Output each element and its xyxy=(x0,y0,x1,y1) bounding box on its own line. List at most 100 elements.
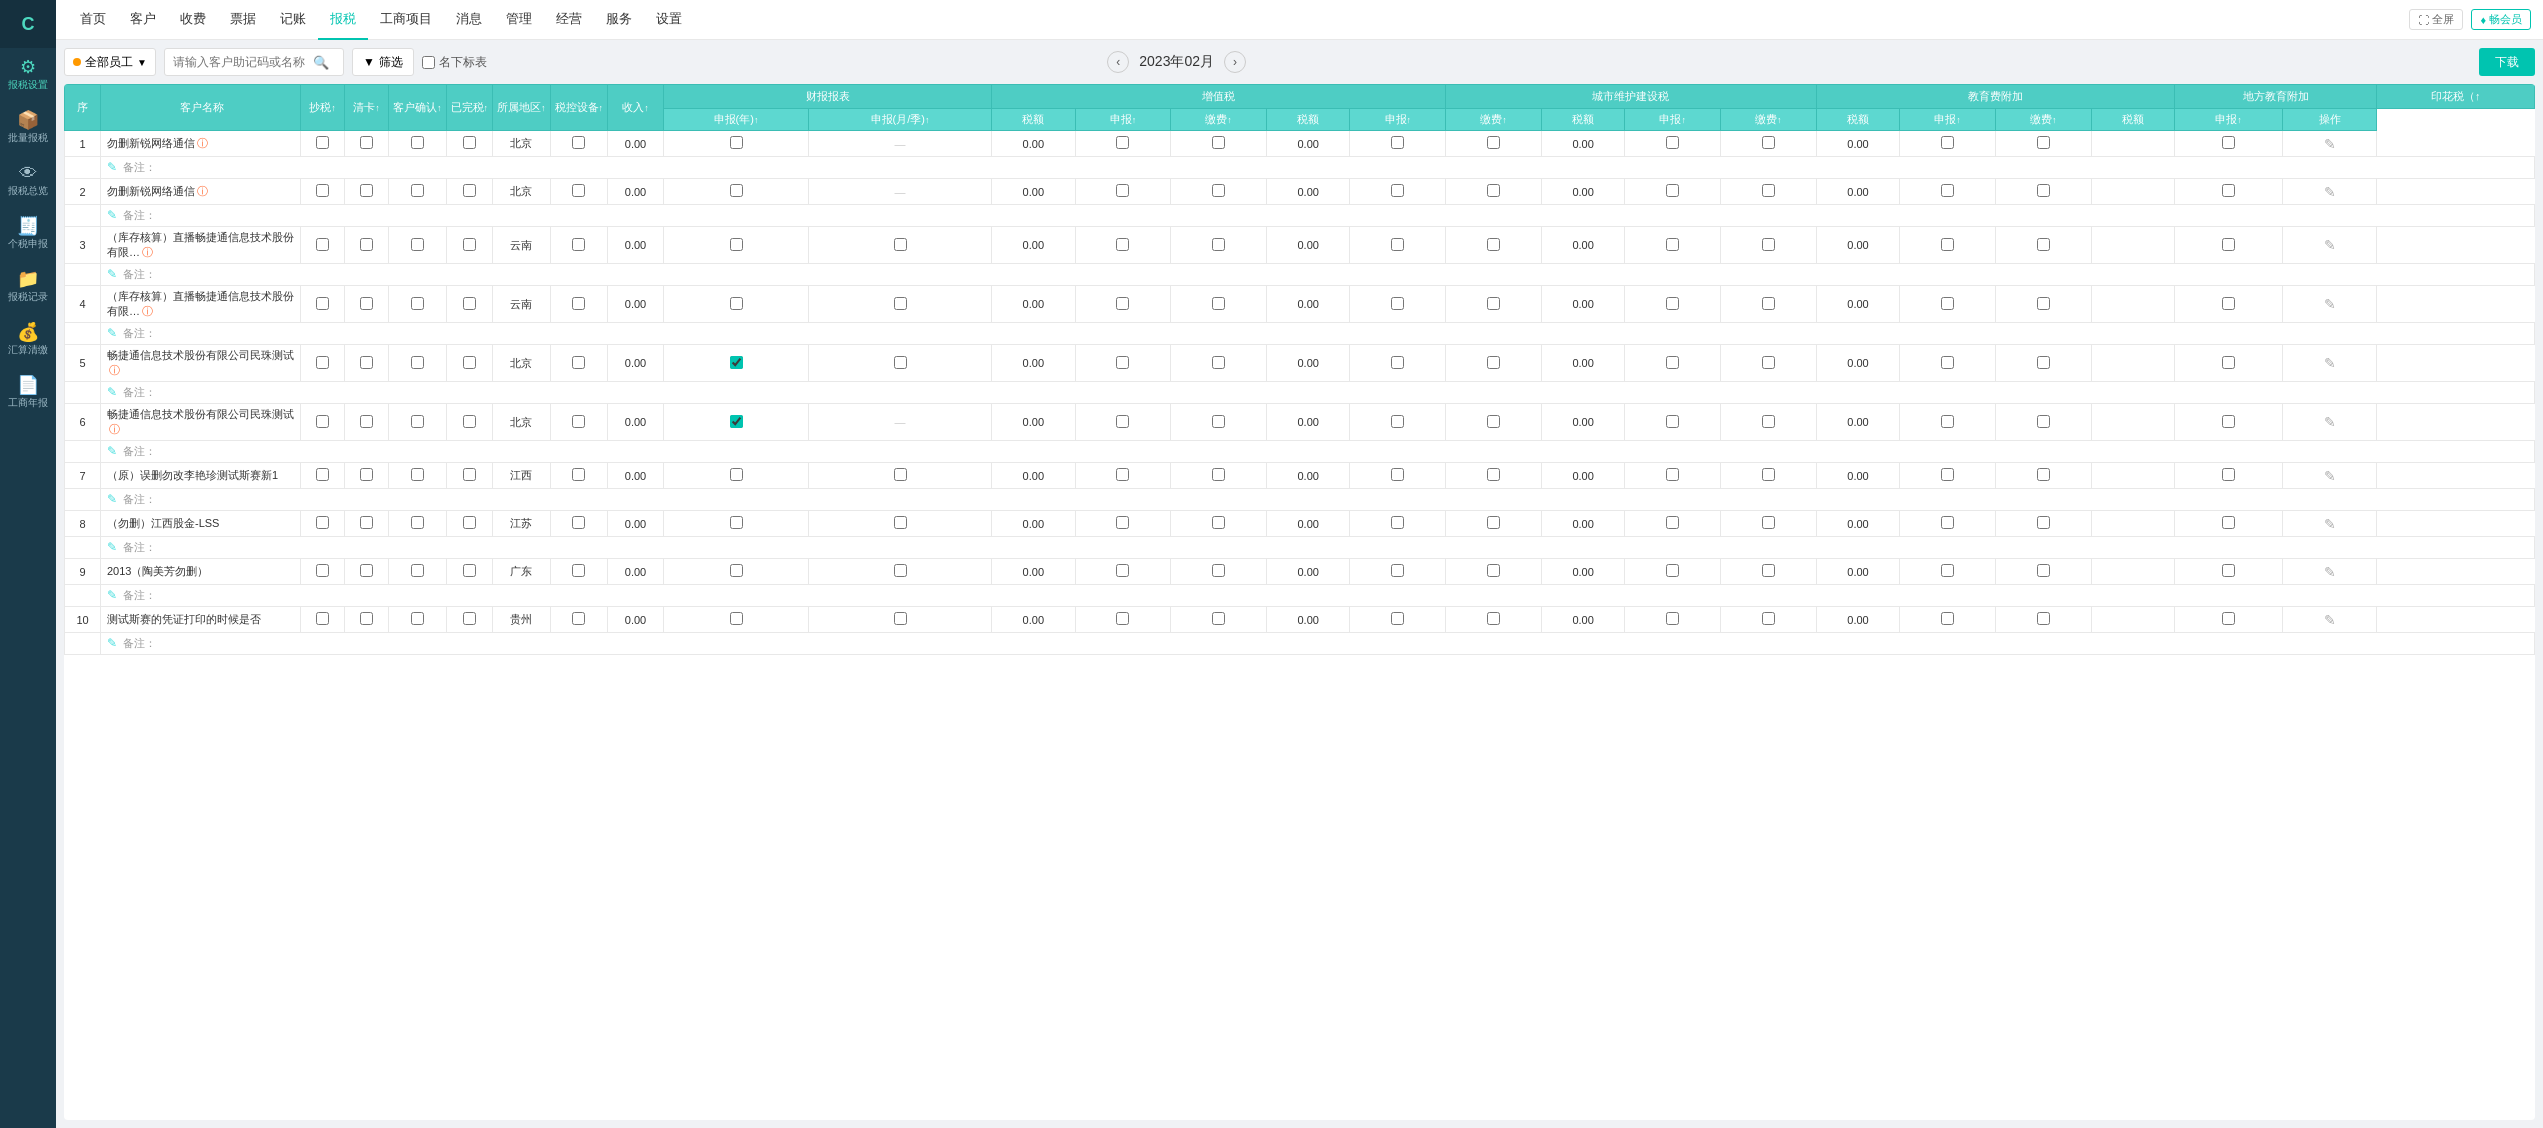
checkbox-month[interactable] xyxy=(894,468,907,481)
tax-checkbox[interactable] xyxy=(2037,612,2050,625)
sidebar-item-geshui-shenbao[interactable]: 🧾 个税申报 xyxy=(0,207,56,260)
checkbox-year[interactable] xyxy=(730,612,743,625)
tax-checkbox[interactable] xyxy=(1212,136,1225,149)
tax-checkbox[interactable] xyxy=(1116,516,1129,529)
tax-checkbox[interactable] xyxy=(1487,238,1500,251)
checkbox[interactable] xyxy=(411,612,424,625)
tax-checkbox[interactable] xyxy=(1666,356,1679,369)
tax-checkbox[interactable] xyxy=(1391,612,1404,625)
tax-checkbox[interactable] xyxy=(1666,468,1679,481)
checkbox[interactable] xyxy=(572,612,585,625)
checkbox[interactable] xyxy=(463,415,476,428)
checkbox-year[interactable] xyxy=(730,297,743,310)
checkbox-month[interactable] xyxy=(894,238,907,251)
tax-checkbox[interactable] xyxy=(1212,415,1225,428)
checkbox[interactable] xyxy=(316,136,329,149)
tax-checkbox[interactable] xyxy=(1487,136,1500,149)
fullscreen-button[interactable]: ⛶ 全屏 xyxy=(2409,9,2463,30)
tax-checkbox[interactable] xyxy=(1941,297,1954,310)
next-month-button[interactable]: › xyxy=(1224,51,1246,73)
edit-icon[interactable]: ✎ xyxy=(2324,136,2336,152)
checkbox-month[interactable] xyxy=(894,356,907,369)
checkbox-year[interactable] xyxy=(730,238,743,251)
tax-checkbox[interactable] xyxy=(1391,516,1404,529)
checkbox-month[interactable] xyxy=(894,564,907,577)
tax-checkbox[interactable] xyxy=(2037,516,2050,529)
sidebar-item-baoshui-zonglan[interactable]: 👁 报税总览 xyxy=(0,154,56,207)
checkbox[interactable] xyxy=(411,564,424,577)
tax-checkbox[interactable] xyxy=(1212,238,1225,251)
checkbox[interactable] xyxy=(463,136,476,149)
tax-checkbox[interactable] xyxy=(1666,516,1679,529)
tax-checkbox[interactable] xyxy=(1941,136,1954,149)
edit-icon[interactable]: ✎ xyxy=(2324,468,2336,484)
employee-filter-select[interactable]: 全部员工 ▼ xyxy=(64,48,156,76)
nav-fee[interactable]: 收费 xyxy=(168,0,218,40)
tax-checkbox[interactable] xyxy=(1116,612,1129,625)
tax-checkbox[interactable] xyxy=(2222,612,2235,625)
checkbox[interactable] xyxy=(572,516,585,529)
checkbox[interactable] xyxy=(316,516,329,529)
sidebar-item-baoshui-shezhi[interactable]: ⚙ 报税设置 xyxy=(0,48,56,101)
tax-checkbox[interactable] xyxy=(2222,468,2235,481)
tax-checkbox[interactable] xyxy=(1941,516,1954,529)
checkbox-month[interactable] xyxy=(894,516,907,529)
tax-checkbox[interactable] xyxy=(1762,468,1775,481)
tax-checkbox[interactable] xyxy=(1941,468,1954,481)
tax-checkbox[interactable] xyxy=(1762,184,1775,197)
checkbox[interactable] xyxy=(316,297,329,310)
tax-checkbox[interactable] xyxy=(1762,356,1775,369)
tax-checkbox[interactable] xyxy=(2037,136,2050,149)
checkbox-year[interactable] xyxy=(730,415,743,428)
tax-checkbox[interactable] xyxy=(1762,136,1775,149)
nav-business-project[interactable]: 工商项目 xyxy=(368,0,444,40)
tax-checkbox[interactable] xyxy=(2037,238,2050,251)
tax-checkbox[interactable] xyxy=(1666,297,1679,310)
tax-checkbox[interactable] xyxy=(2222,356,2235,369)
tax-checkbox[interactable] xyxy=(1487,184,1500,197)
checkbox[interactable] xyxy=(411,136,424,149)
member-button[interactable]: ♦ 畅会员 xyxy=(2471,9,2531,30)
tax-checkbox[interactable] xyxy=(1391,468,1404,481)
nav-service[interactable]: 服务 xyxy=(594,0,644,40)
nav-management[interactable]: 管理 xyxy=(494,0,544,40)
nav-invoice[interactable]: 票据 xyxy=(218,0,268,40)
nav-settings[interactable]: 设置 xyxy=(644,0,694,40)
tax-checkbox[interactable] xyxy=(2222,564,2235,577)
checkbox[interactable] xyxy=(572,468,585,481)
checkbox[interactable] xyxy=(463,564,476,577)
checkbox-year[interactable] xyxy=(730,516,743,529)
tax-checkbox[interactable] xyxy=(1941,184,1954,197)
tax-checkbox[interactable] xyxy=(1762,415,1775,428)
filter-button[interactable]: ▼ 筛选 xyxy=(352,48,414,76)
tax-checkbox[interactable] xyxy=(2037,564,2050,577)
checkbox[interactable] xyxy=(360,136,373,149)
tax-checkbox[interactable] xyxy=(2222,415,2235,428)
checkbox[interactable] xyxy=(463,238,476,251)
tax-checkbox[interactable] xyxy=(1666,136,1679,149)
tax-checkbox[interactable] xyxy=(1487,356,1500,369)
checkbox[interactable] xyxy=(411,184,424,197)
checkbox[interactable] xyxy=(360,297,373,310)
checkbox[interactable] xyxy=(572,136,585,149)
checkbox[interactable] xyxy=(572,356,585,369)
checkbox[interactable] xyxy=(316,564,329,577)
tax-checkbox[interactable] xyxy=(1116,415,1129,428)
checkbox[interactable] xyxy=(360,516,373,529)
checkbox-year[interactable] xyxy=(730,356,743,369)
checkbox[interactable] xyxy=(572,415,585,428)
tax-checkbox[interactable] xyxy=(2222,238,2235,251)
tax-checkbox[interactable] xyxy=(1666,415,1679,428)
tax-checkbox[interactable] xyxy=(2222,136,2235,149)
tax-checkbox[interactable] xyxy=(2037,297,2050,310)
tax-checkbox[interactable] xyxy=(1762,516,1775,529)
tax-checkbox[interactable] xyxy=(1212,564,1225,577)
search-icon[interactable]: 🔍 xyxy=(313,55,329,70)
tax-checkbox[interactable] xyxy=(2222,516,2235,529)
tax-checkbox[interactable] xyxy=(1116,136,1129,149)
checkbox[interactable] xyxy=(316,415,329,428)
tax-checkbox[interactable] xyxy=(1941,238,1954,251)
tax-checkbox[interactable] xyxy=(1941,415,1954,428)
tax-checkbox[interactable] xyxy=(1487,415,1500,428)
tax-checkbox[interactable] xyxy=(1391,136,1404,149)
